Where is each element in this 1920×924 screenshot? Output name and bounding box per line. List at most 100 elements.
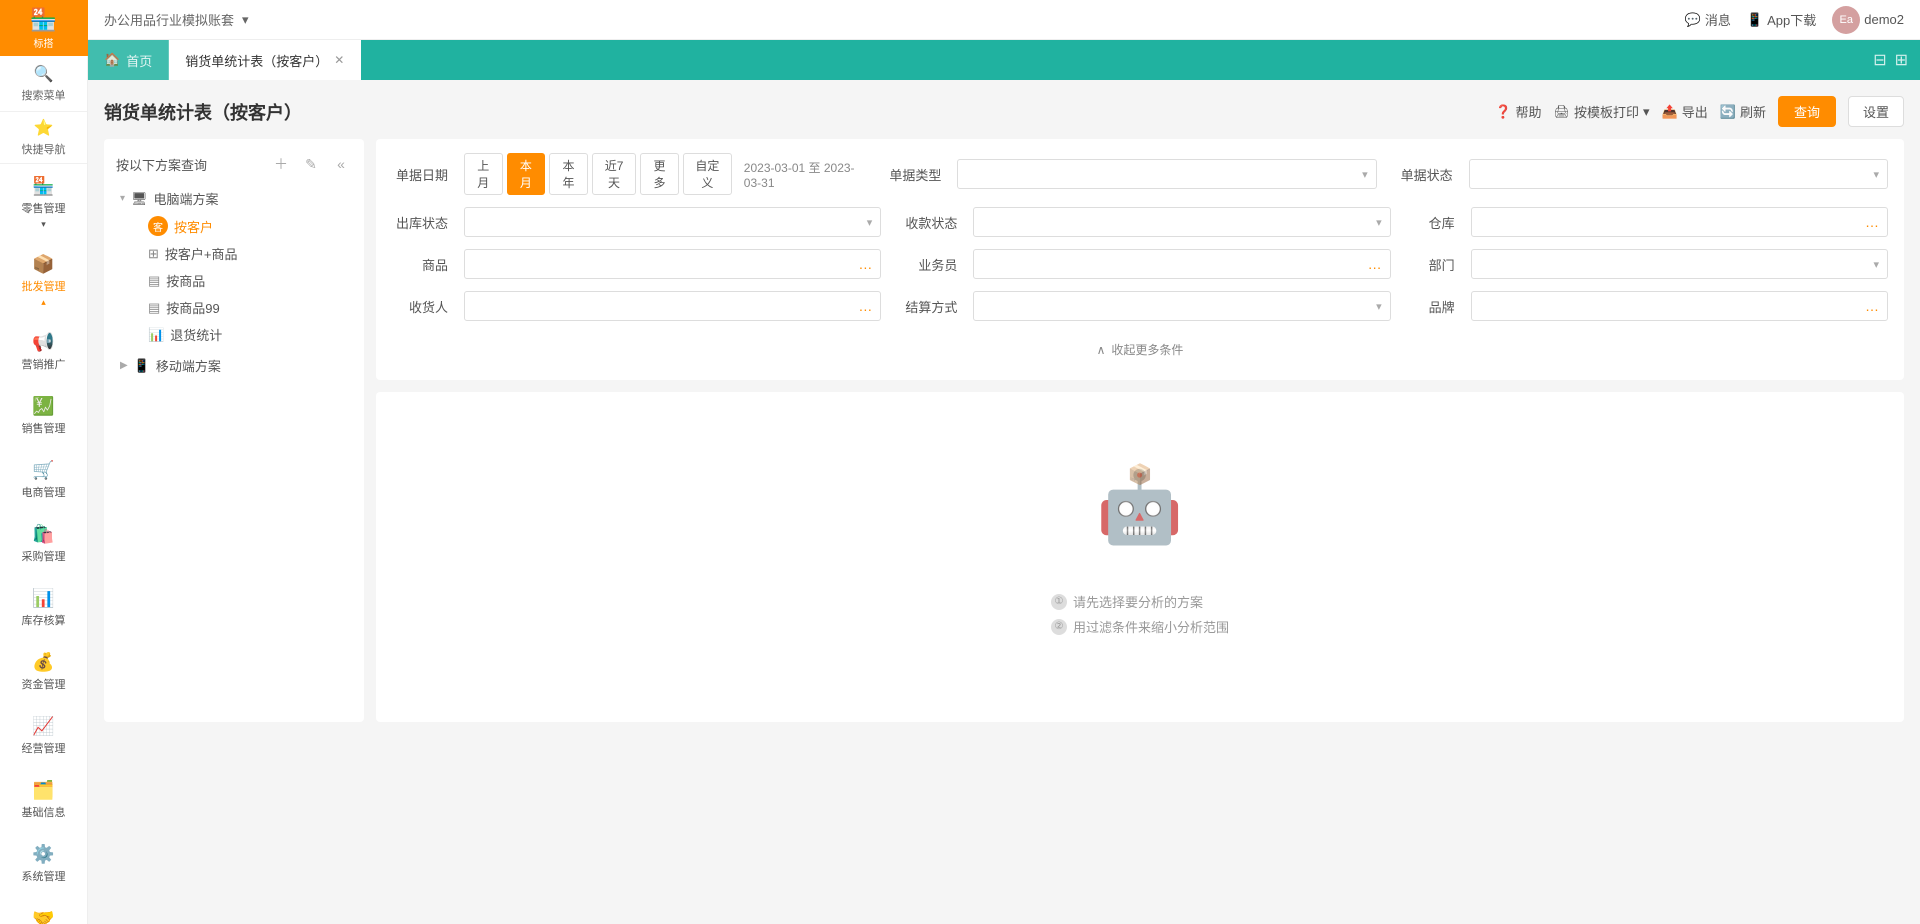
tab-maximize-icon[interactable]: ⊞ [1895, 50, 1908, 70]
app-download-button[interactable]: 📱 App下载 [1747, 10, 1816, 29]
tab-home[interactable]: 🏠 首页 [88, 40, 169, 80]
user-menu[interactable]: Ea demo2 [1832, 6, 1904, 34]
by-goods-label: 按商品 [166, 271, 205, 290]
edit-scheme-button[interactable]: ✎ [300, 153, 322, 175]
date-btn-last-7-days[interactable]: 近7天 [592, 153, 636, 195]
scheme-return-stat[interactable]: 📊 退货统计 [128, 321, 364, 348]
retail-arrow: ▾ [41, 219, 46, 230]
desktop-section-toggle[interactable]: ▾ 🖥 电脑端方案 [104, 185, 364, 212]
tip-1-text: 请先选择要分析的方案 [1073, 592, 1203, 611]
sidebar-item-enterprise[interactable]: 🤝 企业协同 [0, 896, 87, 924]
mobile-section-toggle[interactable]: ▶ 📱 移动端方案 [104, 352, 364, 379]
collapse-filters-button[interactable]: ∧ 收起更多条件 [392, 333, 1888, 366]
export-button[interactable]: 📤 导出 [1662, 102, 1708, 121]
brand-select[interactable]: … [1471, 291, 1888, 321]
order-type-select[interactable]: ▾ [957, 159, 1376, 189]
staff-select[interactable]: … [973, 249, 1390, 279]
stock-label: 库存核算 [22, 612, 66, 628]
date-btn-last-month[interactable]: 上月 [464, 153, 503, 195]
tab-close-icon[interactable]: ✕ [334, 53, 344, 67]
sidebar-item-ecommerce[interactable]: 🛒 电商管理 [0, 448, 87, 512]
template-print-button[interactable]: 🖨 按模板打印 ▾ [1554, 102, 1650, 121]
settlement-select[interactable]: ▾ [973, 291, 1390, 321]
settings-button[interactable]: 设置 [1848, 96, 1904, 127]
message-icon: 💬 [1685, 12, 1701, 28]
filter-row-3: 商品 … 业务员 … 部门 ▾ [392, 249, 1888, 279]
tab-minimize-icon[interactable]: ⊟ [1873, 50, 1886, 70]
receipt-status-select[interactable]: ▾ [973, 207, 1390, 237]
order-status-arrow: ▾ [1873, 168, 1879, 181]
scheme-by-customer-goods[interactable]: ⊞ 按客户+商品 [128, 240, 364, 267]
sidebar-search-area: 🔍 搜索菜单 [0, 56, 87, 112]
refresh-icon: 🔄 [1720, 104, 1736, 120]
out-status-label: 出库状态 [392, 213, 448, 232]
consignee-select[interactable]: … [464, 291, 881, 321]
add-scheme-button[interactable]: ＋ [270, 153, 292, 175]
sidebar-item-purchase[interactable]: 🛍️ 采购管理 [0, 512, 87, 576]
sidebar-item-retail[interactable]: 🏪 零售管理 ▾ [0, 164, 87, 242]
order-type-label: 单据类型 [881, 165, 941, 184]
tab-sales-stat[interactable]: 销货单统计表（按客户） ✕ [169, 40, 361, 80]
consignee-dots[interactable]: … [858, 298, 872, 314]
goods-dots[interactable]: … [858, 256, 872, 272]
sidebar-item-sales[interactable]: 💹 销售管理 [0, 384, 87, 448]
basic-icon: 🗂️ [32, 780, 54, 801]
sidebar-logo[interactable]: 🏪 标搭 [0, 0, 88, 56]
quick-nav-label: 快捷导航 [22, 141, 66, 157]
refresh-button[interactable]: 🔄 刷新 [1720, 102, 1766, 121]
staff-dots[interactable]: … [1368, 256, 1382, 272]
left-panel-title: 按以下方案查询 [116, 155, 207, 174]
enterprise-icon: 🤝 [32, 908, 54, 924]
desktop-scheme-list: 客 按客户 ⊞ 按客户+商品 ▤ 按商品 ▤ 按商品99 [104, 212, 364, 348]
message-button[interactable]: 💬 消息 [1685, 10, 1731, 29]
scheme-by-goods-99[interactable]: ▤ 按商品99 [128, 294, 364, 321]
sidebar-item-system[interactable]: ⚙️ 系统管理 [0, 832, 87, 896]
date-btn-this-year[interactable]: 本年 [549, 153, 588, 195]
quick-nav-button[interactable]: ⭐ 快捷导航 [22, 118, 66, 157]
help-icon: ❓ [1495, 104, 1511, 120]
warehouse-dots[interactable]: … [1865, 214, 1879, 230]
date-btn-this-month[interactable]: 本月 [507, 153, 546, 195]
wholesale-label: 批发管理 [22, 278, 66, 294]
scheme-by-customer[interactable]: 客 按客户 [128, 212, 364, 240]
brand-dots[interactable]: … [1865, 298, 1879, 314]
query-button[interactable]: 查询 [1778, 96, 1836, 127]
sidebar-item-stock[interactable]: 📊 库存核算 [0, 576, 87, 640]
topbar-actions: 💬 消息 📱 App下载 Ea demo2 [1685, 6, 1904, 34]
marketing-icon: 📢 [32, 332, 54, 353]
search-menu-button[interactable]: 🔍 搜索菜单 [22, 64, 66, 103]
operation-label: 经营管理 [22, 740, 66, 756]
username-label: demo2 [1864, 12, 1904, 27]
dept-select[interactable]: ▾ [1471, 249, 1888, 279]
tip-2-text: 用过滤条件来缩小分析范围 [1073, 617, 1229, 636]
tip-2: ② 用过滤条件来缩小分析范围 [1051, 617, 1229, 636]
add-icon: ＋ [274, 154, 288, 174]
content-row: 按以下方案查询 ＋ ✎ « ▾ [104, 139, 1904, 722]
goods-select[interactable]: … [464, 249, 881, 279]
out-status-select[interactable]: ▾ [464, 207, 881, 237]
sidebar-item-operation[interactable]: 📈 经营管理 [0, 704, 87, 768]
order-status-select[interactable]: ▾ [1469, 159, 1888, 189]
page-content: 销货单统计表（按客户） ❓ 帮助 🖨 按模板打印 ▾ 📤 导出 🔄 刷新 [88, 80, 1920, 924]
sidebar-item-wholesale[interactable]: 📦 批发管理 ▴ [0, 242, 87, 320]
sidebar-item-marketing[interactable]: 📢 营销推广 [0, 320, 87, 384]
topbar: 办公用品行业模拟账套 ▾ 💬 消息 📱 App下载 Ea demo2 [88, 0, 1920, 40]
breadcrumb-text: 办公用品行业模拟账套 [104, 10, 234, 29]
left-panel-actions: ＋ ✎ « [270, 153, 352, 175]
mobile-section-label: 移动端方案 [156, 356, 221, 375]
by-goods-99-label: 按商品99 [166, 298, 219, 317]
consignee-label: 收货人 [392, 297, 448, 316]
collapse-label: 收起更多条件 [1111, 341, 1183, 358]
breadcrumb-dropdown-icon[interactable]: ▾ [242, 12, 249, 28]
sidebar-item-finance[interactable]: 💰 资金管理 [0, 640, 87, 704]
date-btn-more[interactable]: 更多 [640, 153, 679, 195]
help-button[interactable]: ❓ 帮助 [1495, 102, 1541, 121]
collapse-panel-button[interactable]: « [330, 153, 352, 175]
settlement-label: 结算方式 [897, 297, 957, 316]
scheme-by-goods[interactable]: ▤ 按商品 [128, 267, 364, 294]
search-menu-label: 搜索菜单 [22, 87, 66, 103]
sidebar-item-basic[interactable]: 🗂️ 基础信息 [0, 768, 87, 832]
avatar-text: Ea [1840, 14, 1853, 26]
warehouse-select[interactable]: … [1471, 207, 1888, 237]
date-btn-custom[interactable]: 自定义 [683, 153, 732, 195]
